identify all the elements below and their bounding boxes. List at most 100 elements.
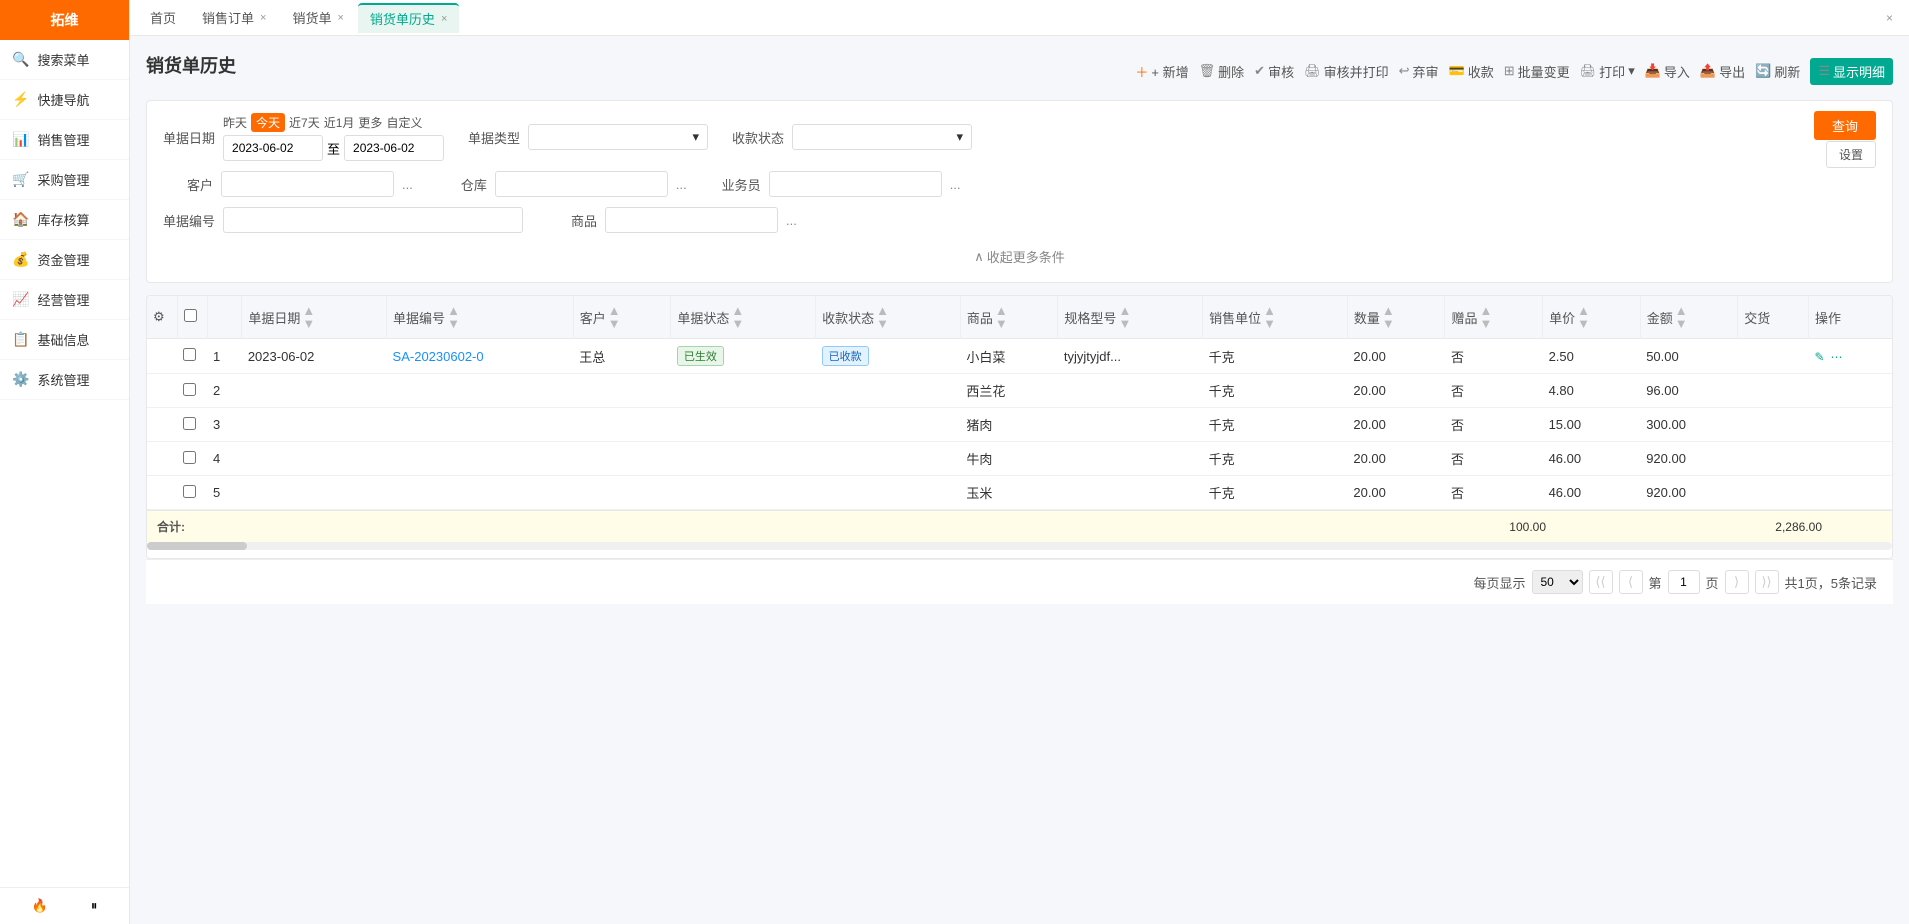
th-collect-status[interactable]: 收款状态 ▲▼	[816, 296, 961, 339]
query-button[interactable]: 查询	[1814, 111, 1876, 140]
import-button[interactable]: 📥 导入	[1645, 62, 1690, 81]
select-all-checkbox[interactable]	[184, 309, 197, 322]
cell-trade	[1738, 442, 1809, 476]
th-qty[interactable]: 数量 ▲▼	[1347, 296, 1445, 339]
collapse-button[interactable]: ∧ 收起更多条件	[970, 243, 1069, 270]
th-unit-price[interactable]: 单价 ▲▼	[1543, 296, 1641, 339]
setting-button[interactable]: 设置	[1826, 141, 1876, 168]
new-button[interactable]: ＋ + 新增	[1135, 62, 1188, 81]
salesperson-input[interactable]	[769, 171, 942, 197]
shortcut-custom[interactable]: 自定义	[386, 114, 422, 131]
sidebar-bottom: 🔥 ⏸	[0, 887, 129, 924]
sidebar-bottom-icon2[interactable]: ⏸	[91, 898, 98, 914]
goods-input[interactable]	[605, 207, 778, 233]
data-table: ⚙ 单据日期 ▲▼ 单据编号 ▲▼	[147, 296, 1892, 510]
shortcut-today[interactable]: 今天	[251, 113, 285, 132]
th-settings[interactable]: ⚙	[147, 296, 177, 339]
row-checkbox[interactable]	[183, 485, 196, 498]
review-print-button[interactable]: 🖨 审核并打印	[1304, 62, 1389, 81]
page-number-input[interactable]	[1668, 570, 1700, 594]
goods-label: 商品	[547, 211, 597, 230]
th-spec[interactable]: 规格型号 ▲▼	[1058, 296, 1203, 339]
sidebar-item-sales-mgmt[interactable]: 📊 销售管理	[0, 120, 129, 160]
cell-qty: 20.00	[1347, 374, 1445, 408]
cell-action	[1808, 408, 1892, 442]
collect-button[interactable]: 💳 收款	[1449, 62, 1494, 81]
tab-close-sales-order[interactable]: ×	[260, 12, 266, 24]
th-customer[interactable]: 客户 ▲▼	[573, 296, 671, 339]
cell-rownum: 2	[207, 374, 242, 408]
abandon-button[interactable]: ↩ 弃审	[1399, 62, 1439, 81]
shortcut-month[interactable]: 近1月	[324, 114, 355, 131]
row-checkbox[interactable]	[183, 451, 196, 464]
prev-page-button[interactable]: ⟨	[1619, 570, 1643, 594]
filter-doctype-item: 单据类型 ▾	[468, 124, 708, 150]
date-to-input[interactable]	[344, 135, 444, 161]
filter-row-2: 客户 ... 仓库 ... 业务员 ...	[163, 171, 1876, 197]
page-suffix: 页	[1706, 573, 1719, 592]
sidebar-item-quick-nav[interactable]: ⚡ 快捷导航	[0, 80, 129, 120]
tab-close-sales-history[interactable]: ×	[441, 13, 447, 25]
last-page-button[interactable]: ⟩⟩	[1755, 570, 1779, 594]
tab-sales-goods[interactable]: 销货单 ×	[280, 3, 355, 33]
tab-close-sales-goods[interactable]: ×	[337, 12, 343, 24]
shortcut-week[interactable]: 近7天	[289, 114, 320, 131]
th-doc-date[interactable]: 单据日期 ▲▼	[242, 296, 387, 339]
cell-spec: tyjyjtyjdf...	[1058, 339, 1203, 374]
customer-input[interactable]	[221, 171, 394, 197]
warehouse-ellipsis[interactable]: ...	[676, 177, 687, 192]
cell-goods: 猪肉	[960, 408, 1058, 442]
shortcut-more[interactable]: 更多	[358, 114, 382, 131]
th-gift[interactable]: 赠品 ▲▼	[1445, 296, 1543, 339]
tab-home[interactable]: 首页	[138, 3, 188, 33]
export-button[interactable]: 📤 导出	[1700, 62, 1745, 81]
tab-sales-history[interactable]: 销货单历史 ×	[358, 3, 459, 33]
th-doc-num[interactable]: 单据编号 ▲▼	[387, 296, 574, 339]
sidebar-item-operations[interactable]: 📈 经营管理	[0, 280, 129, 320]
goods-ellipsis[interactable]: ...	[786, 213, 797, 228]
th-unit[interactable]: 销售单位 ▲▼	[1203, 296, 1348, 339]
doctype-label: 单据类型	[468, 128, 520, 147]
show-detail-button[interactable]: ☰ 显示明细	[1810, 58, 1893, 85]
first-page-button[interactable]: ⟨⟨	[1589, 570, 1613, 594]
shortcut-yesterday[interactable]: 昨天	[223, 114, 247, 131]
collect-status-select[interactable]: ▾	[792, 124, 972, 150]
th-amount[interactable]: 金额 ▲▼	[1640, 296, 1738, 339]
salesperson-ellipsis[interactable]: ...	[950, 177, 961, 192]
refresh-button[interactable]: 🔄 刷新	[1755, 62, 1800, 81]
row-checkbox[interactable]	[183, 383, 196, 396]
edit-link[interactable]: ✎	[1814, 350, 1824, 364]
cell-action	[1808, 442, 1892, 476]
docnum-input[interactable]	[223, 207, 523, 233]
horizontal-scrollbar[interactable]	[147, 542, 1892, 550]
sidebar-item-sys-mgmt[interactable]: ⚙️ 系统管理	[0, 360, 129, 400]
tab-close-all[interactable]: ×	[1878, 11, 1901, 25]
sidebar-bottom-icon1[interactable]: 🔥	[32, 898, 48, 914]
per-page-select[interactable]: 50 100	[1532, 570, 1583, 594]
sidebar-item-search-menu[interactable]: 🔍 搜索菜单	[0, 40, 129, 80]
date-from-input[interactable]	[223, 135, 323, 161]
more-link[interactable]: ⋯	[1831, 350, 1843, 364]
cell-gear	[147, 408, 177, 442]
delete-button[interactable]: 🗑 删除	[1199, 62, 1245, 81]
row-checkbox[interactable]	[183, 417, 196, 430]
scroll-thumb[interactable]	[147, 542, 247, 550]
warehouse-input[interactable]	[495, 171, 668, 197]
footer-label: 合计:	[157, 518, 185, 535]
row-checkbox[interactable]	[183, 348, 196, 361]
cell-unit: 千克	[1203, 408, 1348, 442]
sidebar-item-inventory[interactable]: 🏠 库存核算	[0, 200, 129, 240]
tab-sales-order[interactable]: 销售订单 ×	[190, 3, 278, 33]
batch-change-button[interactable]: ⊞ 批量变更	[1504, 62, 1570, 81]
review-button[interactable]: ✔ 审核	[1254, 62, 1294, 81]
next-page-button[interactable]: ⟩	[1725, 570, 1749, 594]
doc-num-link[interactable]: SA-20230602-0	[393, 349, 484, 364]
sidebar-item-basic-info[interactable]: 📋 基础信息	[0, 320, 129, 360]
print-button[interactable]: 🖨 打印 ▾	[1580, 62, 1635, 81]
sidebar-item-purchase-mgmt[interactable]: 🛒 采购管理	[0, 160, 129, 200]
th-goods[interactable]: 商品 ▲▼	[960, 296, 1058, 339]
th-doc-status[interactable]: 单据状态 ▲▼	[671, 296, 816, 339]
customer-ellipsis[interactable]: ...	[402, 177, 413, 192]
sidebar-item-finance[interactable]: 💰 资金管理	[0, 240, 129, 280]
doctype-select[interactable]: ▾	[528, 124, 708, 150]
